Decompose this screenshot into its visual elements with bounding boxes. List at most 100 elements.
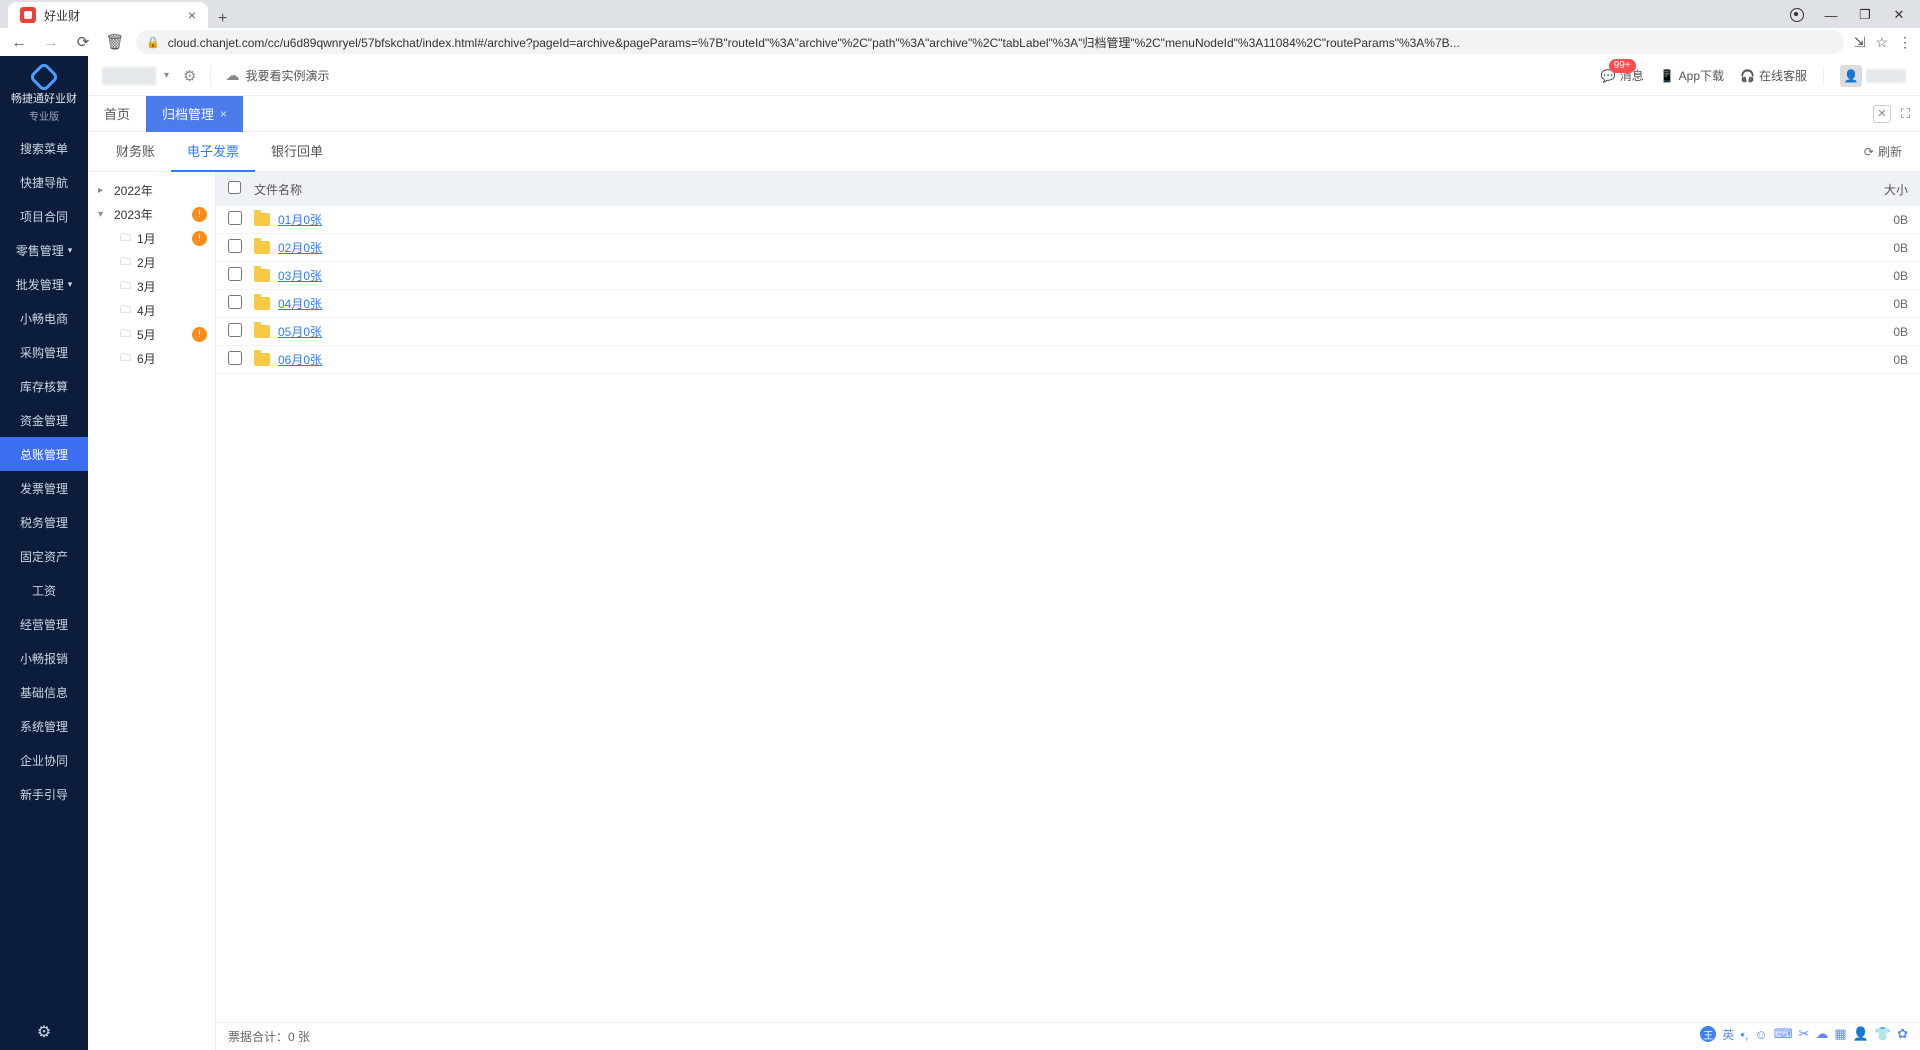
new-tab-button[interactable]: + [208,10,237,28]
settings-gear-icon[interactable]: ⚙ [0,1014,88,1050]
bookmark-icon[interactable]: ☆ [1875,34,1888,51]
tree-month-0[interactable]: 🗀1月! [92,226,211,250]
sidebar-item-16[interactable]: 基础信息 [0,675,88,709]
sidebar-item-label: 总账管理 [20,446,68,463]
ime-lang[interactable]: 英 [1722,1026,1734,1043]
sidebar-item-18[interactable]: 企业协同 [0,743,88,777]
customer-service-button[interactable]: 🎧 在线客服 [1740,67,1807,84]
tree-month-2[interactable]: 🗀3月 [92,274,211,298]
ime-user-icon[interactable]: 👤 [1853,1026,1869,1042]
sidebar-item-0[interactable]: 搜索菜单 [0,131,88,165]
file-link[interactable]: 05月0张 [278,323,322,340]
tree-month-5[interactable]: 🗀6月 [92,346,211,370]
sidebar-item-1[interactable]: 快捷导航 [0,165,88,199]
folder-icon [254,353,270,366]
install-icon[interactable]: ⇲ [1854,34,1866,51]
tree-month-4[interactable]: 🗀5月! [92,322,211,346]
close-icon[interactable]: × [220,107,227,121]
sub-tab-2[interactable]: 银行回单 [255,132,339,172]
menu-icon[interactable]: ⋮ [1898,34,1912,51]
demo-link[interactable]: ☁ 我要看实例演示 [225,67,329,84]
sidebar-item-15[interactable]: 小畅报销 [0,641,88,675]
sidebar-item-7[interactable]: 库存核算 [0,369,88,403]
minimize-button[interactable]: — [1814,2,1848,28]
maximize-button[interactable]: ❐ [1848,2,1882,28]
tree-label: 1月 [137,230,156,247]
gear-icon[interactable]: ⚙ [183,67,196,85]
ime-settings-icon[interactable]: ✿ [1897,1026,1908,1042]
file-link[interactable]: 06月0张 [278,351,322,368]
row-checkbox[interactable] [228,211,242,225]
top-header: ▾ ⚙ ☁ 我要看实例演示 99+ 💬 消息 📱 App下载 🎧 [88,56,1920,96]
page-tab-0[interactable]: 首页 [88,96,146,132]
reload-button[interactable]: ⟳ [72,31,94,53]
ime-shirt-icon[interactable]: 👕 [1875,1026,1891,1042]
file-link[interactable]: 01月0张 [278,211,322,228]
tree-month-1[interactable]: 🗀2月 [92,250,211,274]
table-row: 05月0张 0B [216,318,1920,346]
app-label: App下载 [1679,67,1724,84]
sidebar-item-label: 零售管理 [16,242,64,259]
close-icon[interactable]: × [188,7,196,23]
fullscreen-icon[interactable]: ⛶ [1901,106,1910,122]
row-checkbox[interactable] [228,323,242,337]
file-link[interactable]: 04月0张 [278,295,322,312]
row-checkbox[interactable] [228,351,242,365]
sidebar-item-9[interactable]: 总账管理 [0,437,88,471]
sidebar-item-3[interactable]: 零售管理▾ [0,233,88,267]
sub-tab-0[interactable]: 财务账 [100,132,171,172]
delete-icon[interactable]: 🗑 [104,31,126,53]
ime-grid-icon[interactable]: ▦ [1834,1026,1846,1042]
back-button[interactable]: ← [8,31,30,53]
ime-keyboard-icon[interactable]: ⌨ [1774,1026,1793,1042]
ime-punct-icon[interactable]: •, [1740,1027,1748,1042]
chevron-down-icon: ▾ [164,70,169,81]
browser-tab[interactable]: 好业财 × [8,2,208,28]
chevron-right-icon: ▸ [98,185,108,196]
sidebar-item-13[interactable]: 工资 [0,573,88,607]
ime-emoji-icon[interactable]: ☺ [1754,1027,1767,1042]
close-window-button[interactable]: ✕ [1882,2,1916,28]
app-download-button[interactable]: 📱 App下载 [1660,67,1724,84]
chevron-down-icon: ▾ [68,279,73,290]
sidebar-item-12[interactable]: 固定资产 [0,539,88,573]
close-all-icon[interactable]: ✕ [1873,105,1891,123]
sidebar-item-10[interactable]: 发票管理 [0,471,88,505]
url-input[interactable]: 🔒 cloud.chanjet.com/cc/u6d89qwnryel/57bf… [136,30,1844,54]
ime-toolbar[interactable]: 王 英 •, ☺ ⌨ ✂ ☁ ▦ 👤 👕 ✿ [1694,1024,1914,1044]
file-link[interactable]: 02月0张 [278,239,322,256]
ime-cloud-icon[interactable]: ☁ [1815,1026,1828,1042]
tree-label: 6月 [137,350,156,367]
tree-year-0[interactable]: ▸ 2022年 [92,178,211,202]
folder-icon: 🗀 [120,229,131,248]
sidebar-item-14[interactable]: 经营管理 [0,607,88,641]
folder-icon: 🗀 [120,325,131,344]
sidebar-item-8[interactable]: 资金管理 [0,403,88,437]
sidebar-item-11[interactable]: 税务管理 [0,505,88,539]
tree-month-3[interactable]: 🗀4月 [92,298,211,322]
account-selector[interactable]: ▾ [102,67,169,85]
tree-label: 2022年 [114,182,153,199]
sidebar-item-4[interactable]: 批发管理▾ [0,267,88,301]
sidebar-item-6[interactable]: 采购管理 [0,335,88,369]
sidebar-item-19[interactable]: 新手引导 [0,777,88,811]
file-link[interactable]: 03月0张 [278,267,322,284]
refresh-button[interactable]: ⟳ 刷新 [1864,143,1902,160]
select-all-checkbox[interactable] [228,181,241,194]
sidebar-item-2[interactable]: 项目合同 [0,199,88,233]
sub-tab-1[interactable]: 电子发票 [171,132,255,172]
messages-button[interactable]: 99+ 💬 消息 [1601,67,1644,84]
user-menu[interactable]: 👤 [1840,65,1906,87]
row-checkbox[interactable] [228,295,242,309]
ime-scissors-icon[interactable]: ✂ [1799,1026,1810,1042]
forward-button[interactable]: → [40,31,62,53]
sidebar: 畅捷通好业财 专业版 搜索菜单快捷导航项目合同零售管理▾批发管理▾小畅电商采购管… [0,56,88,1050]
tree-year-1[interactable]: ▾2023年! [92,202,211,226]
page-tab-1[interactable]: 归档管理× [146,96,243,132]
sidebar-item-5[interactable]: 小畅电商 [0,301,88,335]
sidebar-item-17[interactable]: 系统管理 [0,709,88,743]
row-checkbox[interactable] [228,239,242,253]
folder-icon [254,297,270,310]
account-icon[interactable] [1780,2,1814,28]
row-checkbox[interactable] [228,267,242,281]
